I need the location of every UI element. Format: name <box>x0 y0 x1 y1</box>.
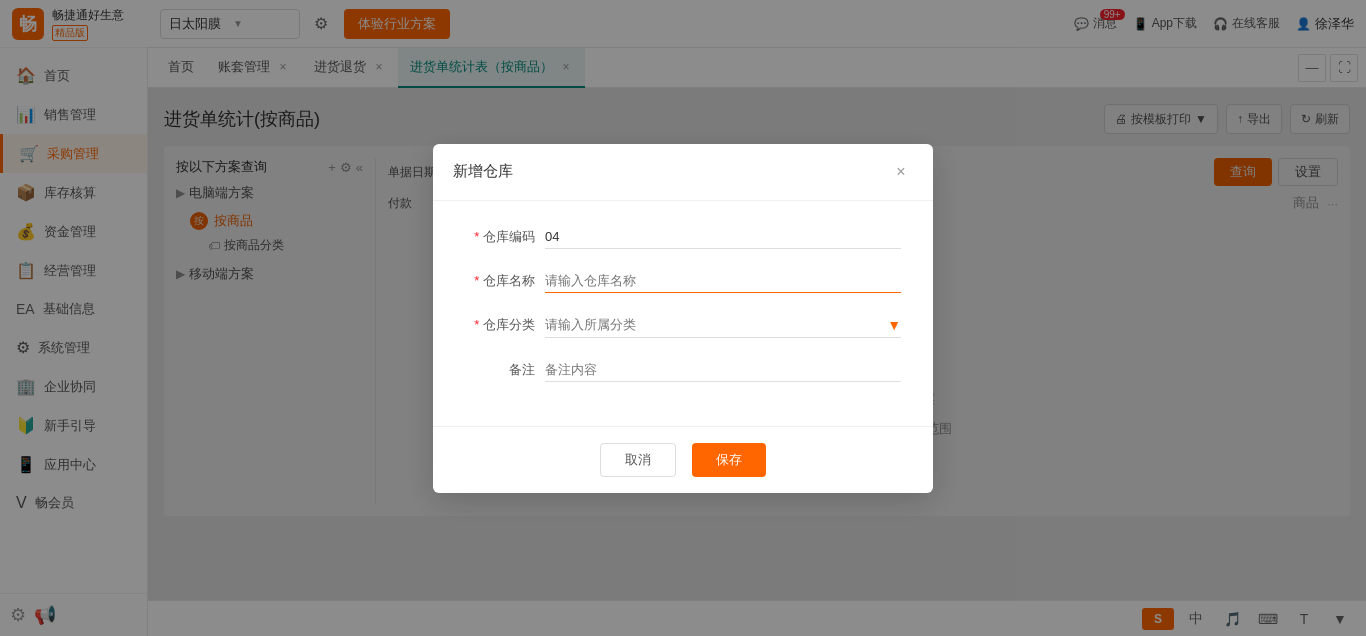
warehouse-note-row: 备注 <box>465 358 901 382</box>
modal-footer: 取消 保存 <box>433 426 933 493</box>
modal-close-button[interactable]: × <box>889 160 913 184</box>
warehouse-code-label: 仓库编码 <box>465 228 545 246</box>
warehouse-note-label: 备注 <box>465 361 545 379</box>
warehouse-name-label: 仓库名称 <box>465 272 545 290</box>
warehouse-name-row: 仓库名称 <box>465 269 901 293</box>
warehouse-category-label: 仓库分类 <box>465 316 545 334</box>
warehouse-code-row: 仓库编码 <box>465 225 901 249</box>
warehouse-name-input[interactable] <box>545 269 901 293</box>
category-dropdown-arrow: ▼ <box>887 317 901 333</box>
overlay: 新增仓库 × 仓库编码 仓库名称 仓库分类 ▼ <box>0 0 1366 636</box>
new-warehouse-modal: 新增仓库 × 仓库编码 仓库名称 仓库分类 ▼ <box>433 144 933 493</box>
warehouse-code-input[interactable] <box>545 225 901 249</box>
modal-header: 新增仓库 × <box>433 144 933 201</box>
warehouse-category-select[interactable]: ▼ <box>545 313 901 338</box>
warehouse-category-row: 仓库分类 ▼ <box>465 313 901 338</box>
save-button[interactable]: 保存 <box>692 443 766 477</box>
warehouse-note-input[interactable] <box>545 358 901 382</box>
cancel-button[interactable]: 取消 <box>600 443 676 477</box>
warehouse-category-input[interactable] <box>545 317 887 332</box>
modal-title: 新增仓库 <box>453 162 513 181</box>
modal-body: 仓库编码 仓库名称 仓库分类 ▼ 备注 <box>433 201 933 426</box>
